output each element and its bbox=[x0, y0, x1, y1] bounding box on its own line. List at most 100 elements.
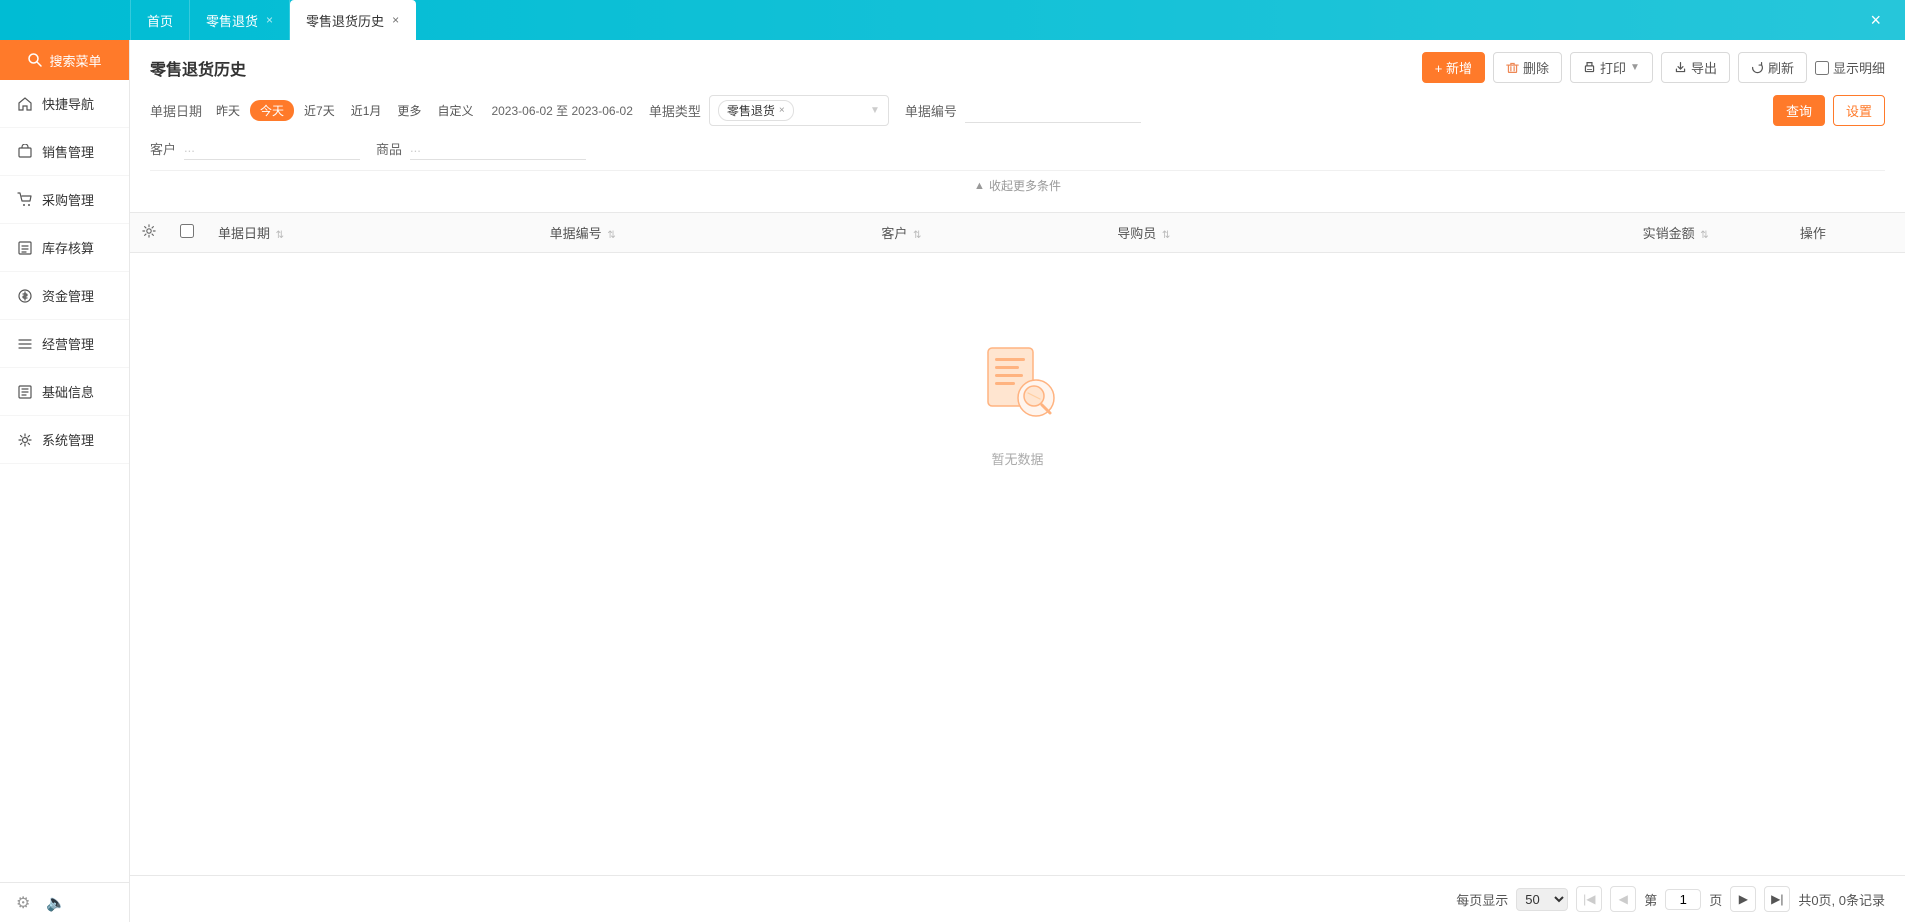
data-table: 单据日期 ⇅ 单据编号 ⇅ 客户 ⇅ 导购员 ⇅ bbox=[130, 213, 1905, 253]
sidebar-bottom: ⚙ 🔈 bbox=[0, 882, 129, 922]
date-more[interactable]: 更多 bbox=[391, 100, 427, 121]
print-icon bbox=[1583, 61, 1596, 74]
goods-filter: 商品 bbox=[376, 136, 586, 160]
show-detail-checkbox[interactable]: 显示明细 bbox=[1815, 58, 1885, 77]
col-customer[interactable]: 客户 ⇅ bbox=[869, 213, 1105, 253]
system-icon bbox=[16, 431, 34, 449]
export-button[interactable]: 导出 bbox=[1661, 52, 1730, 83]
col-action: 操作 bbox=[1721, 213, 1905, 253]
sidebar-item-purchase[interactable]: 采购管理 bbox=[0, 176, 129, 224]
sales-icon bbox=[16, 143, 34, 161]
goods-input[interactable] bbox=[410, 136, 586, 160]
sidebar: 搜索菜单 快捷导航 销售管理 采购管理 bbox=[0, 40, 130, 922]
tab-retail-return[interactable]: 零售退货 × bbox=[190, 0, 290, 40]
empty-text: 暂无数据 bbox=[991, 449, 1043, 468]
sidebar-item-quick-nav[interactable]: 快捷导航 bbox=[0, 80, 129, 128]
col-no[interactable]: 单据编号 ⇅ bbox=[538, 213, 870, 253]
settings-icon[interactable]: ⚙ bbox=[16, 893, 30, 913]
query-button[interactable]: 查询 bbox=[1773, 95, 1825, 126]
tab-home[interactable]: 首页 bbox=[130, 0, 190, 40]
page-size-select[interactable]: 50 20 100 bbox=[1516, 888, 1568, 911]
collapse-bar[interactable]: ▲ 收起更多条件 bbox=[150, 170, 1885, 200]
page-last-button[interactable]: ▶| bbox=[1764, 886, 1790, 912]
date-filter: 单据日期 昨天 今天 近7天 近1月 更多 自定义 2023-06-02 至 2… bbox=[150, 100, 633, 121]
page-first-button[interactable]: |◀ bbox=[1576, 886, 1602, 912]
voucher-type-tag-close[interactable]: × bbox=[779, 105, 785, 116]
date-7days[interactable]: 近7天 bbox=[298, 100, 341, 121]
window-close-button[interactable]: × bbox=[1862, 10, 1889, 31]
page-header: 零售退货历史 + 新增 删除 打印 ▼ bbox=[130, 40, 1905, 213]
sort-customer-icon: ⇅ bbox=[913, 230, 921, 241]
filter-area: 单据日期 昨天 今天 近7天 近1月 更多 自定义 2023-06-02 至 2… bbox=[150, 95, 1885, 212]
col-amount[interactable]: 实销金额 ⇅ bbox=[1389, 213, 1721, 253]
table-checkbox-header[interactable] bbox=[168, 213, 206, 253]
finance-icon bbox=[16, 287, 34, 305]
sidebar-item-basic-info[interactable]: 基础信息 bbox=[0, 368, 129, 416]
customer-input[interactable] bbox=[184, 136, 360, 160]
sidebar-item-system[interactable]: 系统管理 bbox=[0, 416, 129, 464]
pagination-bar: 每页显示 50 20 100 |◀ ◀ 第 页 ▶ ▶| 共0页, 0条记录 bbox=[130, 875, 1905, 922]
col-date[interactable]: 单据日期 ⇅ bbox=[206, 213, 538, 253]
sidebar-item-sales[interactable]: 销售管理 bbox=[0, 128, 129, 176]
empty-state: 暂无数据 bbox=[130, 253, 1905, 548]
content-area: 零售退货历史 + 新增 删除 打印 ▼ bbox=[130, 40, 1905, 922]
operation-icon bbox=[16, 335, 34, 353]
voucher-type-dropdown: ▼ bbox=[870, 105, 880, 116]
sort-date-icon: ⇅ bbox=[276, 230, 284, 241]
inventory-icon bbox=[16, 239, 34, 257]
table-settings-col[interactable] bbox=[130, 213, 168, 253]
setting-button[interactable]: 设置 bbox=[1833, 95, 1885, 126]
col-guide[interactable]: 导购员 ⇅ bbox=[1105, 213, 1389, 253]
total-label: 共0页, 0条记录 bbox=[1798, 890, 1885, 909]
purchase-icon bbox=[16, 191, 34, 209]
voucher-no-input[interactable] bbox=[965, 99, 1141, 123]
show-detail-check[interactable] bbox=[1815, 61, 1829, 75]
top-bar: 首页 零售退货 × 零售退货历史 × × bbox=[0, 0, 1905, 40]
page-text: 第 bbox=[1644, 890, 1657, 909]
delete-icon bbox=[1506, 61, 1519, 74]
sort-guide-icon: ⇅ bbox=[1162, 230, 1170, 241]
page-next-button[interactable]: ▶ bbox=[1730, 886, 1756, 912]
search-icon bbox=[27, 52, 43, 68]
select-all-checkbox[interactable] bbox=[180, 224, 194, 238]
sidebar-item-operation[interactable]: 经营管理 bbox=[0, 320, 129, 368]
date-1month[interactable]: 近1月 bbox=[345, 100, 388, 121]
top-bar-right: × bbox=[1862, 10, 1905, 31]
sidebar-search[interactable]: 搜索菜单 bbox=[0, 40, 129, 80]
page-prev-button[interactable]: ◀ bbox=[1610, 886, 1636, 912]
voucher-type-select[interactable]: 零售退货 × ▼ bbox=[709, 95, 889, 126]
sort-amount-icon: ⇅ bbox=[1700, 230, 1708, 241]
date-today[interactable]: 今天 bbox=[250, 100, 294, 121]
sidebar-item-inventory[interactable]: 库存核算 bbox=[0, 224, 129, 272]
filter-actions: 查询 设置 bbox=[1773, 95, 1885, 126]
export-icon bbox=[1674, 61, 1687, 74]
tab-retail-return-history[interactable]: 零售退货历史 × bbox=[290, 0, 416, 40]
date-custom[interactable]: 自定义 bbox=[431, 100, 479, 121]
page-number-input[interactable] bbox=[1665, 889, 1701, 910]
date-range-text: 2023-06-02 至 2023-06-02 bbox=[491, 102, 632, 119]
home-icon bbox=[16, 95, 34, 113]
tab-close-history[interactable]: × bbox=[392, 13, 399, 27]
sidebar-menu: 快捷导航 销售管理 采购管理 库存核算 bbox=[0, 80, 129, 882]
date-yesterday[interactable]: 昨天 bbox=[210, 100, 246, 121]
page-label: 页 bbox=[1709, 890, 1722, 909]
voucher-type-filter: 单据类型 零售退货 × ▼ bbox=[649, 95, 889, 126]
audio-icon[interactable]: 🔈 bbox=[46, 893, 66, 913]
empty-icon bbox=[968, 333, 1068, 433]
sort-no-icon: ⇅ bbox=[607, 230, 615, 241]
add-button[interactable]: + 新增 bbox=[1422, 52, 1485, 83]
delete-button[interactable]: 删除 bbox=[1493, 52, 1562, 83]
table-settings-icon bbox=[142, 224, 156, 238]
tab-close-retail-return[interactable]: × bbox=[266, 13, 273, 27]
collapse-up-icon: ▲ bbox=[974, 180, 985, 192]
info-icon bbox=[16, 383, 34, 401]
sidebar-item-finance[interactable]: 资金管理 bbox=[0, 272, 129, 320]
refresh-button[interactable]: 刷新 bbox=[1738, 52, 1807, 83]
refresh-icon bbox=[1751, 61, 1764, 74]
voucher-type-tag: 零售退货 × bbox=[718, 100, 794, 121]
voucher-no-filter: 单据编号 bbox=[905, 99, 1141, 123]
page-actions: + 新增 删除 打印 ▼ 导出 bbox=[1422, 52, 1885, 83]
page-title: 零售退货历史 bbox=[150, 56, 246, 80]
table-container: 单据日期 ⇅ 单据编号 ⇅ 客户 ⇅ 导购员 ⇅ bbox=[130, 213, 1905, 875]
print-button[interactable]: 打印 ▼ bbox=[1570, 52, 1653, 83]
